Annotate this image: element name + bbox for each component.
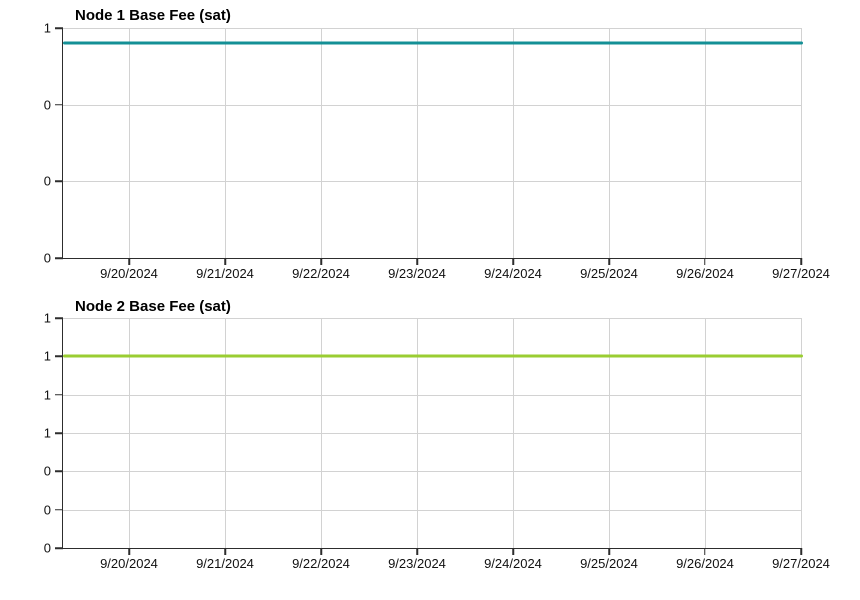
x-tick-mark [800,548,802,555]
gridline-y [63,394,801,396]
x-tick-label: 9/23/2024 [388,556,446,571]
gridline-x [321,28,322,258]
y-tick-mark [55,180,63,183]
x-tick-mark [704,258,706,265]
x-tick-mark [128,258,130,265]
gridline-x [129,28,130,258]
x-tick-mark [416,258,418,265]
chart-1-title: Node 1 Base Fee (sat) [75,7,231,24]
gridline-x [801,28,802,258]
x-tick-mark [608,258,610,265]
y-tick-label: 1 [43,20,51,36]
y-tick-mark [55,547,63,549]
gridline-y [63,318,801,319]
x-tick-mark [704,548,706,555]
y-tick-label: 1 [43,387,51,403]
y-tick-mark [55,432,63,434]
x-tick-mark [608,548,610,555]
x-tick-label: 9/21/2024 [196,266,254,281]
x-tick-label: 9/24/2024 [484,556,542,571]
x-tick-mark [800,258,802,265]
x-tick-mark [128,548,130,555]
chart-1-plot-area: 9/20/2024 9/21/2024 9/22/2024 9/23/2024 9/24… [44,21,830,282]
x-tick-label: 9/26/2024 [676,556,734,571]
x-tick-mark [416,548,418,555]
x-tick-mark [320,548,322,555]
y-tick-mark [55,355,63,358]
x-tick-mark [224,258,226,265]
gridline-y [63,104,801,106]
node-1-base-fee-line [63,41,803,45]
y-tick-label: 0 [43,502,51,518]
y-tick-mark [55,393,63,396]
x-tick-label: 9/21/2024 [196,556,254,571]
x-tick-mark [512,258,514,265]
gridline-x [801,318,802,548]
node-2-base-fee-line [63,354,803,358]
x-tick-label: 9/27/2024 [772,556,830,571]
y-tick-label: 1 [43,310,51,326]
gridline-y [63,509,801,511]
gridline-x [513,28,514,258]
gridline-x [609,28,610,258]
y-tick-label: 0 [43,540,51,556]
chart-2-title: Node 2 Base Fee (sat) [75,298,231,315]
y-tick-label: 0 [43,173,51,189]
y-tick-label: 1 [43,425,51,441]
y-tick-label: 0 [43,250,51,266]
y-tick-label: 1 [43,348,51,364]
y-tick-mark [55,257,63,259]
gridline-x [225,28,226,258]
x-tick-label: 9/22/2024 [292,556,350,571]
x-tick-label: 9/26/2024 [676,266,734,281]
y-tick-mark [55,508,63,511]
page: Node 1 Base Fee (sat) 9/20/2024 9/21/2024… [0,0,860,600]
x-tick-label: 9/20/2024 [100,556,158,571]
chart-2-plot-area: 9/20/2024 9/21/2024 9/22/2024 9/23/2024 9/24… [44,311,830,572]
gridline-x [417,28,418,258]
x-tick-label: 9/27/2024 [772,266,830,281]
x-tick-label: 9/25/2024 [580,556,638,571]
y-tick-mark [55,27,63,29]
x-tick-label: 9/20/2024 [100,266,158,281]
y-tick-mark [55,317,63,319]
x-tick-label: 9/23/2024 [388,266,446,281]
x-tick-label: 9/22/2024 [292,266,350,281]
y-tick-mark [55,103,63,106]
y-tick-label: 0 [43,97,51,113]
gridline-y [63,181,801,183]
x-tick-mark [224,548,226,555]
x-tick-label: 9/24/2024 [484,266,542,281]
x-tick-label: 9/25/2024 [580,266,638,281]
x-tick-mark [512,548,514,555]
gridline-y [63,28,801,29]
y-tick-label: 0 [43,463,51,479]
gridline-y [63,471,801,473]
gridline-x [704,28,706,258]
gridline-y [63,433,801,434]
x-tick-mark [320,258,322,265]
y-tick-mark [55,470,63,473]
